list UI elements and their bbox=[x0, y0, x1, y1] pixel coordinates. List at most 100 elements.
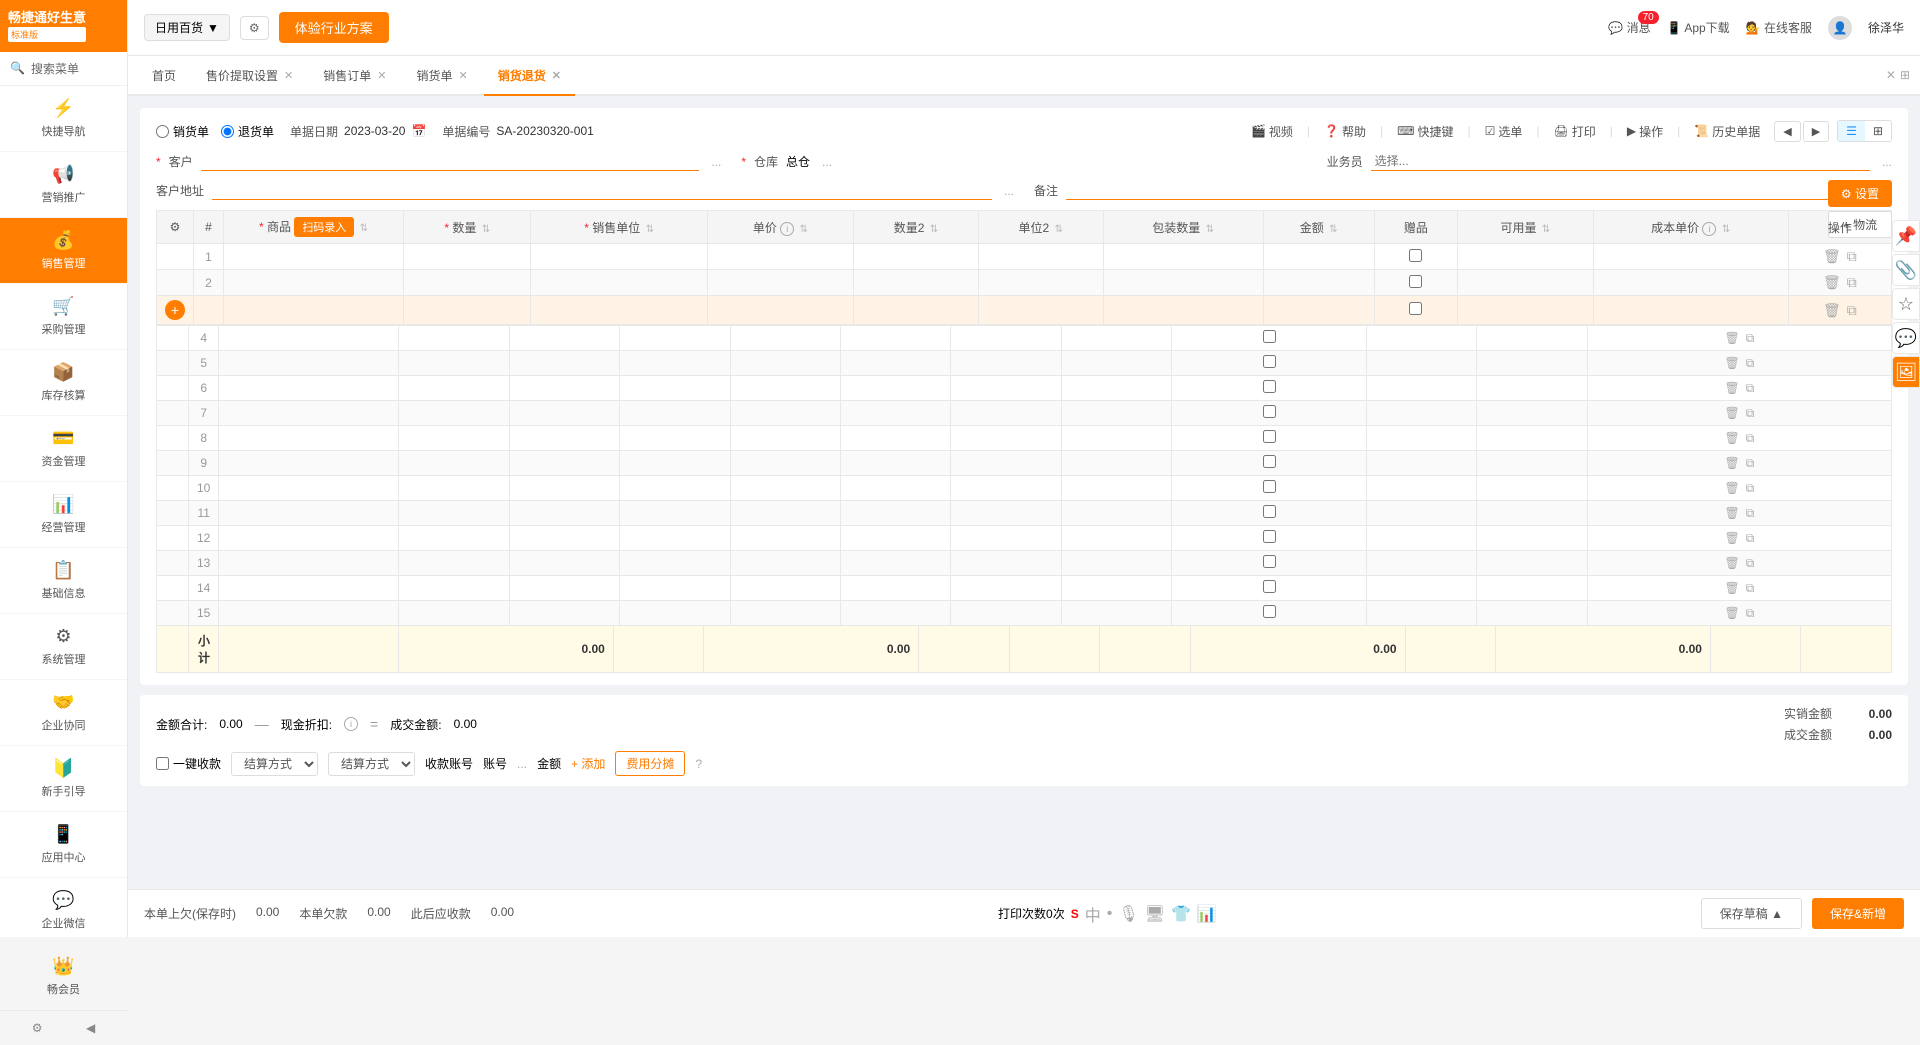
row-product[interactable] bbox=[219, 326, 399, 351]
online-service-link[interactable]: 💁 在线客服 bbox=[1746, 19, 1812, 36]
th-pack-qty[interactable]: 包装数量 ⇅ bbox=[1103, 211, 1263, 244]
tab-sales-return[interactable]: 销货退货 ✕ bbox=[484, 56, 575, 96]
row-unit[interactable] bbox=[509, 426, 619, 451]
toolbar-icon-6[interactable]: 📊 bbox=[1197, 904, 1217, 924]
copy-icon[interactable]: ⧉ bbox=[1746, 356, 1755, 371]
th-amount[interactable]: 金额 ⇅ bbox=[1263, 211, 1374, 244]
row-qty2[interactable] bbox=[730, 451, 840, 476]
copy-icon[interactable]: ⧉ bbox=[1746, 606, 1755, 621]
row-price[interactable] bbox=[620, 551, 730, 576]
row-gift[interactable] bbox=[1172, 326, 1367, 351]
address-dots[interactable]: ... bbox=[1004, 184, 1014, 198]
row-qty[interactable] bbox=[404, 270, 531, 296]
row-unit[interactable] bbox=[509, 476, 619, 501]
row-amount[interactable] bbox=[1061, 476, 1171, 501]
th-cost-price[interactable]: 成本单价 i ⇅ bbox=[1593, 211, 1788, 244]
copy-icon[interactable]: ⧉ bbox=[1746, 556, 1755, 571]
row-product[interactable] bbox=[219, 501, 399, 526]
calendar-icon[interactable]: 📅 bbox=[411, 124, 426, 138]
row-unit[interactable] bbox=[509, 351, 619, 376]
help-btn[interactable]: ❓ 帮助 bbox=[1318, 121, 1372, 142]
copy-icon[interactable]: ⧉ bbox=[1746, 331, 1755, 346]
row-gift[interactable] bbox=[1172, 576, 1367, 601]
radio-return-input[interactable] bbox=[221, 125, 234, 138]
row-qty2[interactable] bbox=[730, 426, 840, 451]
th-available[interactable]: 可用量 ⇅ bbox=[1458, 211, 1594, 244]
radio-sales[interactable]: 销货单 bbox=[156, 123, 209, 140]
row-product[interactable] bbox=[219, 401, 399, 426]
sidebar-item-purchase[interactable]: 🛒 采购管理 bbox=[0, 284, 127, 350]
select-btn[interactable]: ☑ 选单 bbox=[1479, 121, 1529, 142]
copy-icon[interactable]: ⧉ bbox=[1746, 506, 1755, 521]
row-qty2[interactable] bbox=[730, 526, 840, 551]
sidebar-item-inventory[interactable]: 📦 库存核算 bbox=[0, 350, 127, 416]
row-qty[interactable] bbox=[399, 401, 509, 426]
row-gift[interactable] bbox=[1172, 501, 1367, 526]
row-price[interactable] bbox=[707, 244, 853, 270]
delete-icon[interactable]: 🗑 bbox=[1725, 406, 1740, 421]
row-amount[interactable] bbox=[1061, 501, 1171, 526]
row-cost-price[interactable] bbox=[1593, 244, 1788, 270]
row-unit2[interactable] bbox=[978, 270, 1103, 296]
sidebar-item-wechat[interactable]: 💬 企业微信 bbox=[0, 878, 127, 944]
row-qty[interactable] bbox=[399, 326, 509, 351]
row-amount[interactable] bbox=[1061, 551, 1171, 576]
row-unit2[interactable] bbox=[840, 601, 950, 626]
row-price[interactable] bbox=[620, 426, 730, 451]
row-product[interactable] bbox=[219, 476, 399, 501]
row-gift[interactable] bbox=[1172, 601, 1367, 626]
copy-icon[interactable]: ⧉ bbox=[1746, 431, 1755, 446]
row-amount[interactable] bbox=[1061, 426, 1171, 451]
row-unit[interactable] bbox=[509, 401, 619, 426]
radio-sales-input[interactable] bbox=[156, 125, 169, 138]
collapse-icon[interactable]: ◀ bbox=[86, 1021, 95, 1035]
row-available[interactable] bbox=[1458, 244, 1594, 270]
row-qty[interactable] bbox=[399, 451, 509, 476]
row-available[interactable] bbox=[1367, 601, 1477, 626]
fee-split-button[interactable]: 费用分摊 bbox=[615, 751, 685, 776]
tab-sales-order[interactable]: 销售订单 ✕ bbox=[309, 56, 400, 96]
account-dots[interactable]: ... bbox=[517, 757, 527, 771]
row-unit2[interactable] bbox=[840, 376, 950, 401]
row-available[interactable] bbox=[1367, 501, 1477, 526]
tab-price-setting[interactable]: 售价提取设置 ✕ bbox=[192, 56, 307, 96]
row-amount[interactable] bbox=[1061, 376, 1171, 401]
row-available[interactable] bbox=[1367, 426, 1477, 451]
row-product[interactable] bbox=[219, 426, 399, 451]
row-qty[interactable] bbox=[404, 296, 531, 325]
toolbar-icon-1[interactable]: 中 bbox=[1085, 902, 1101, 926]
price-info-icon[interactable]: i bbox=[780, 222, 794, 236]
tab-sales-delivery-close[interactable]: ✕ bbox=[459, 69, 468, 82]
customer-dots[interactable]: ... bbox=[711, 155, 721, 169]
row-cost-price[interactable] bbox=[1477, 376, 1587, 401]
row-unit[interactable] bbox=[509, 526, 619, 551]
delete-icon[interactable]: 🗑 bbox=[1823, 302, 1841, 319]
customer-input[interactable] bbox=[201, 152, 700, 171]
tab-sales-return-close[interactable]: ✕ bbox=[552, 69, 561, 82]
row-pack-qty[interactable] bbox=[951, 501, 1061, 526]
radio-return[interactable]: 退货单 bbox=[221, 123, 274, 140]
tab-sales-order-close[interactable]: ✕ bbox=[377, 69, 386, 82]
row-product[interactable] bbox=[219, 576, 399, 601]
product-input[interactable] bbox=[232, 303, 395, 317]
row-cost-price[interactable] bbox=[1477, 601, 1587, 626]
delete-icon[interactable]: 🗑 bbox=[1725, 506, 1740, 521]
prev-btn[interactable]: ◀ bbox=[1774, 121, 1800, 142]
next-btn[interactable]: ▶ bbox=[1803, 121, 1829, 142]
row-cost-price[interactable] bbox=[1477, 451, 1587, 476]
toolbar-icon-2[interactable]: • bbox=[1107, 905, 1113, 923]
app-download-link[interactable]: 📱 App下载 bbox=[1667, 19, 1730, 36]
row-gift[interactable] bbox=[1374, 296, 1457, 325]
row-pack-qty[interactable] bbox=[951, 451, 1061, 476]
copy-icon[interactable]: ⧉ bbox=[1847, 302, 1857, 319]
row-pack-qty[interactable] bbox=[951, 576, 1061, 601]
row-unit2[interactable] bbox=[840, 576, 950, 601]
row-product-input-cell[interactable] bbox=[224, 296, 404, 325]
delete-icon[interactable]: 🗑 bbox=[1725, 481, 1740, 496]
row-available[interactable] bbox=[1367, 551, 1477, 576]
delete-icon[interactable]: 🗑 bbox=[1725, 381, 1740, 396]
copy-icon[interactable]: ⧉ bbox=[1746, 456, 1755, 471]
row-gift[interactable] bbox=[1172, 351, 1367, 376]
tab-price-setting-close[interactable]: ✕ bbox=[284, 69, 293, 82]
th-price[interactable]: 单价 i ⇅ bbox=[707, 211, 853, 244]
